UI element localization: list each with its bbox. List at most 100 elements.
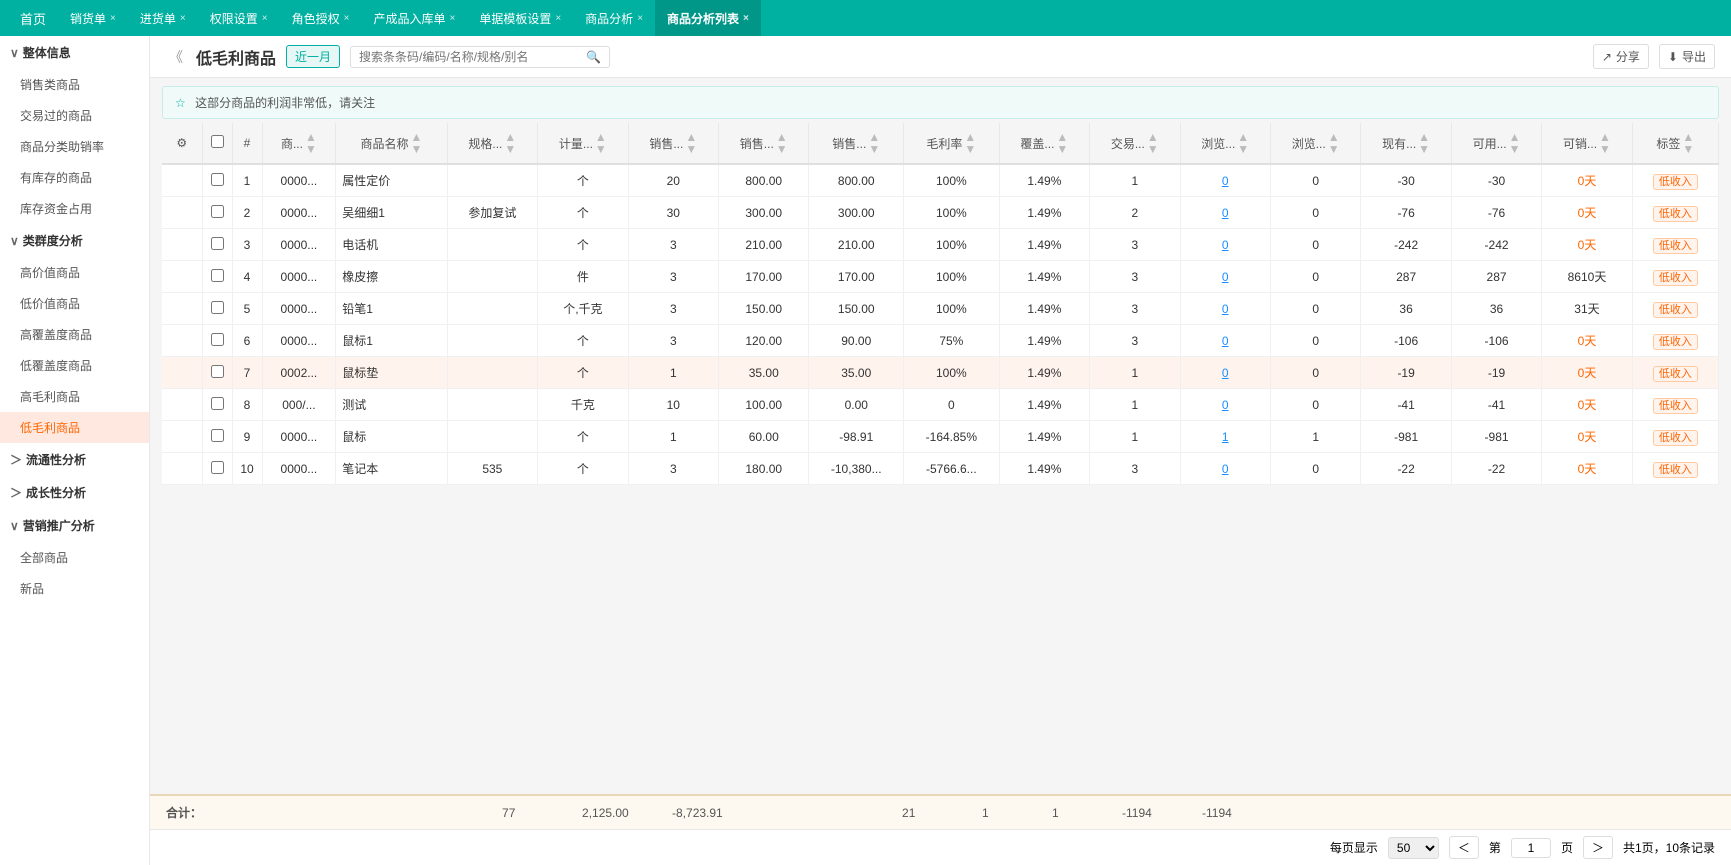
th-spec[interactable]: 规格...▲▼ [447,123,538,164]
cell-checkbox[interactable] [202,453,232,485]
th-browse1[interactable]: 浏览...▲▼ [1180,123,1270,164]
cell-checkbox[interactable] [202,164,232,197]
sidebar-item-sales-goods[interactable]: 销售类商品 [0,69,149,100]
close-icon[interactable]: × [743,13,749,24]
per-page-select[interactable]: 50 20 100 [1388,837,1439,859]
row-checkbox[interactable] [211,205,224,218]
row-checkbox[interactable] [211,461,224,474]
cell-browse1[interactable]: 0 [1180,389,1270,421]
sidebar-group-cluster[interactable]: ∨ 类群度分析 [0,224,149,257]
th-browse2[interactable]: 浏览...▲▼ [1270,123,1360,164]
th-sales-qty[interactable]: 销售...▲▼ [628,123,718,164]
row-checkbox[interactable] [211,237,224,250]
th-sellable[interactable]: 可销...▲▼ [1542,123,1632,164]
cell-checkbox[interactable] [202,293,232,325]
cell-browse1[interactable]: 0 [1180,357,1270,389]
row-checkbox[interactable] [211,429,224,442]
cell-trade-count: 3 [1090,229,1180,261]
cell-browse1[interactable]: 0 [1180,229,1270,261]
cell-checkbox[interactable] [202,325,232,357]
cell-checkbox[interactable] [202,421,232,453]
sidebar-item-low-coverage[interactable]: 低覆盖度商品 [0,350,149,381]
prev-page-button[interactable]: ＜ [1449,836,1479,859]
cell-checkbox[interactable] [202,389,232,421]
table-footer: 合计： 77 2,125.00 -8,723.91 21 1 1 -1194 -… [150,794,1731,829]
sidebar-item-new-goods[interactable]: 新品 [0,573,149,604]
cell-browse1[interactable]: 0 [1180,261,1270,293]
cell-browse1[interactable]: 0 [1180,197,1270,229]
nav-product-stock[interactable]: 产成品入库单 × [361,0,467,36]
close-icon[interactable]: × [344,13,350,24]
export-button[interactable]: ⬇ 导出 [1659,44,1715,69]
row-checkbox[interactable] [211,397,224,410]
search-box[interactable]: 🔍 [350,46,610,68]
sidebar-group-marketing[interactable]: ∨ 营销推广分析 [0,509,149,542]
next-page-button[interactable]: ＞ [1583,836,1613,859]
th-checkbox[interactable] [202,123,232,164]
close-icon[interactable]: × [262,13,268,24]
sidebar-item-low-margin[interactable]: 低毛利商品 [0,412,149,443]
cell-browse1[interactable]: 0 [1180,293,1270,325]
th-current-stock[interactable]: 现有...▲▼ [1361,123,1451,164]
sidebar-group-growth[interactable]: ＞ 成长性分析 [0,476,149,509]
cell-checkbox[interactable] [202,357,232,389]
th-unit[interactable]: 计量...▲▼ [538,123,628,164]
sidebar-item-category-rate[interactable]: 商品分类助销率 [0,131,149,162]
filter-tag-recent-month[interactable]: 近一月 [286,45,340,68]
th-sales-amount[interactable]: 销售...▲▼ [809,123,904,164]
search-icon[interactable]: 🔍 [586,50,601,64]
th-trade-count[interactable]: 交易...▲▼ [1090,123,1180,164]
cell-browse1[interactable]: 1 [1180,421,1270,453]
sidebar-group-flow[interactable]: ＞ 流通性分析 [0,443,149,476]
select-all-checkbox[interactable] [211,135,224,148]
nav-goods-analysis-list[interactable]: 商品分析列表 × [655,0,761,36]
sidebar-item-stock-goods[interactable]: 有库存的商品 [0,162,149,193]
sidebar-item-stock-capital[interactable]: 库存资金占用 [0,193,149,224]
close-icon[interactable]: × [555,13,561,24]
sidebar-item-high-coverage[interactable]: 高覆盖度商品 [0,319,149,350]
nav-template-settings[interactable]: 单据模板设置 × [467,0,573,36]
row-checkbox[interactable] [211,365,224,378]
nav-home[interactable]: 首页 [8,0,58,36]
close-icon[interactable]: × [449,13,455,24]
row-checkbox[interactable] [211,301,224,314]
cell-browse1[interactable]: 0 [1180,453,1270,485]
share-button[interactable]: ↗ 分享 [1593,44,1649,69]
th-name[interactable]: 商品名称▲▼ [336,123,447,164]
row-checkbox[interactable] [211,333,224,346]
th-tag[interactable]: 标签▲▼ [1632,123,1718,164]
cell-checkbox[interactable] [202,261,232,293]
sidebar-item-traded-goods[interactable]: 交易过的商品 [0,100,149,131]
close-icon[interactable]: × [180,13,186,24]
sidebar-item-high-value[interactable]: 高价值商品 [0,257,149,288]
row-checkbox[interactable] [211,173,224,186]
row-checkbox[interactable] [211,269,224,282]
th-available[interactable]: 可用...▲▼ [1451,123,1541,164]
sidebar-item-low-value[interactable]: 低价值商品 [0,288,149,319]
data-table-container[interactable]: ⚙ # 商...▲▼ 商品名称▲▼ 规格...▲▼ 计量...▲▼ 销售...▲… [162,123,1719,794]
sidebar-item-all-goods[interactable]: 全部商品 [0,542,149,573]
th-code[interactable]: 商...▲▼ [262,123,336,164]
th-coverage[interactable]: 覆盖...▲▼ [999,123,1089,164]
nav-goods-analysis[interactable]: 商品分析 × [573,0,655,36]
cell-checkbox[interactable] [202,197,232,229]
close-icon[interactable]: × [110,13,116,24]
collapse-sidebar-button[interactable]: 《 [166,47,186,67]
search-input[interactable] [359,50,586,64]
nav-role-auth[interactable]: 角色授权 × [280,0,362,36]
th-sales-price[interactable]: 销售...▲▼ [719,123,809,164]
current-page-input[interactable] [1511,838,1551,858]
nav-purchase-order[interactable]: 进货单 × [128,0,198,36]
sidebar-item-high-margin[interactable]: 高毛利商品 [0,381,149,412]
cell-browse1[interactable]: 0 [1180,164,1270,197]
cell-sales-price: 800.00 [719,164,809,197]
th-gross-margin[interactable]: 毛利率▲▼ [904,123,1000,164]
footer-total-label: 合计： [166,804,202,821]
cell-checkbox[interactable] [202,229,232,261]
nav-permission-settings[interactable]: 权限设置 × [198,0,280,36]
sidebar-group-overall[interactable]: ∨ 整体信息 [0,36,149,69]
cell-browse1[interactable]: 0 [1180,325,1270,357]
close-icon[interactable]: × [637,13,643,24]
th-settings[interactable]: ⚙ [162,123,202,164]
nav-sales-order[interactable]: 销货单 × [58,0,128,36]
